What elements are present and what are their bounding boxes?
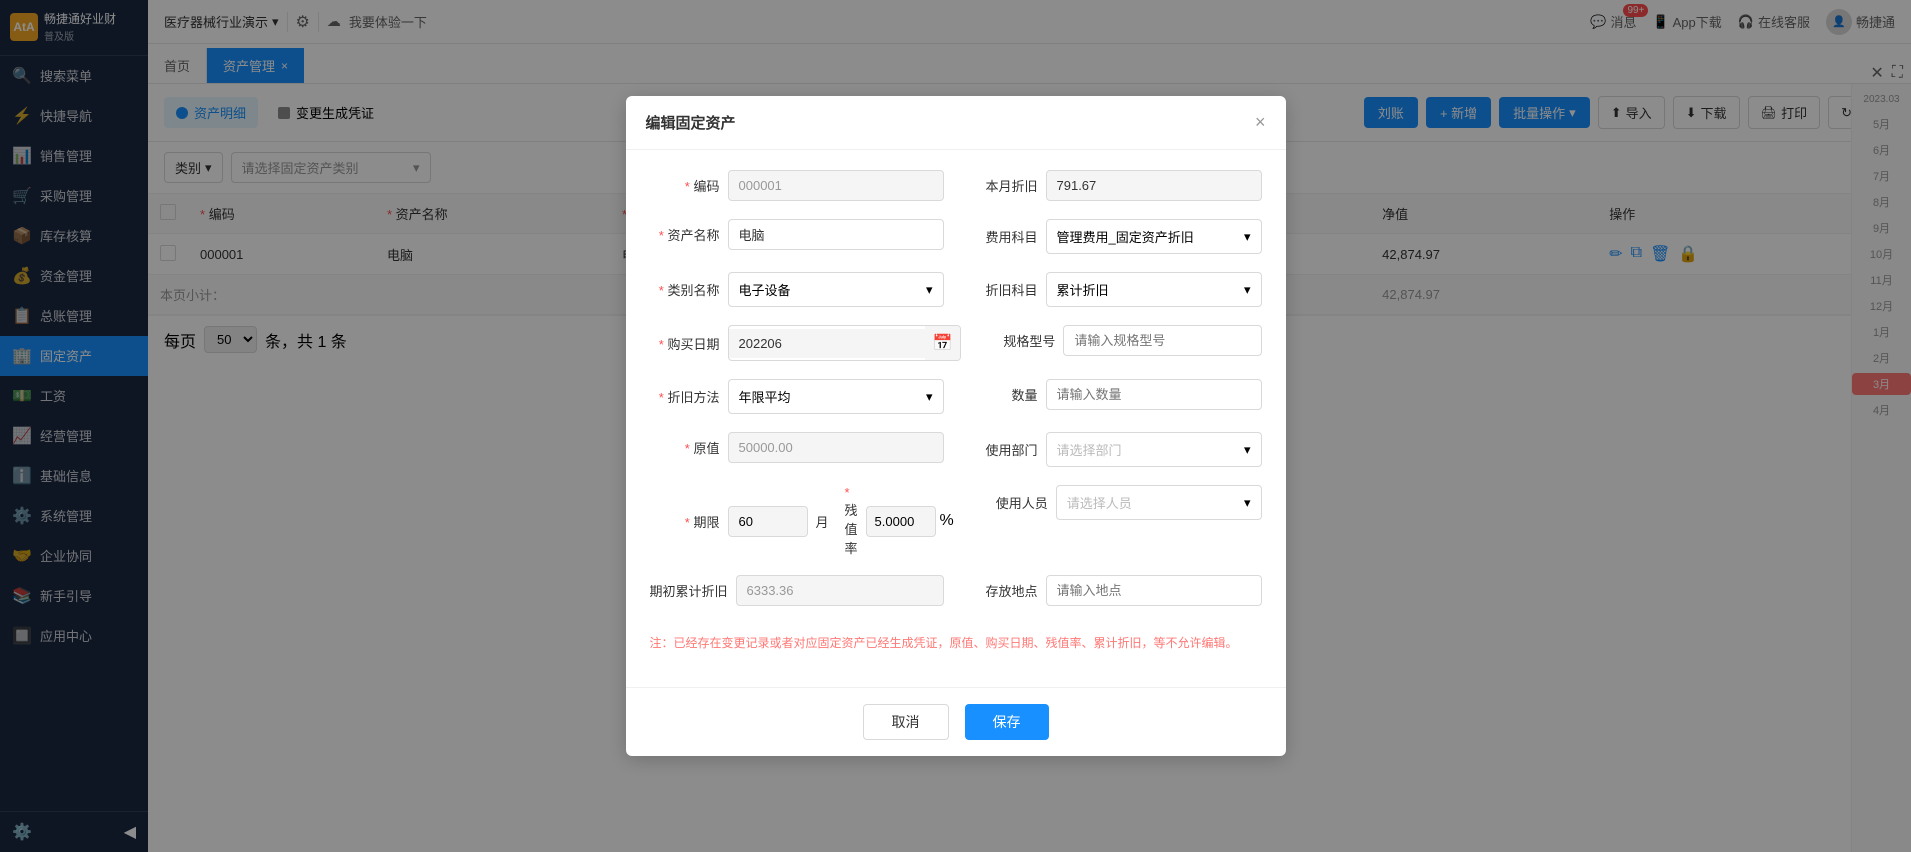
location-input[interactable] xyxy=(1046,575,1262,606)
chevron-down-icon: ▾ xyxy=(926,389,933,405)
depr-method-label: * 折旧方法 xyxy=(650,387,720,406)
this-month-depr-input xyxy=(1046,170,1262,201)
edit-asset-modal: 编辑固定资产 × * 编码 本月折旧 xyxy=(626,96,1286,756)
depr-subject-value: 累计折旧 xyxy=(1057,280,1240,299)
asset-name-label: * 资产名称 xyxy=(650,225,720,244)
save-button[interactable]: 保存 xyxy=(965,704,1049,740)
original-value-input[interactable] xyxy=(728,432,944,463)
initial-depr-input[interactable] xyxy=(736,575,944,606)
period-unit: 月 xyxy=(816,512,829,531)
expense-subject-select[interactable]: 管理费用_固定资产折旧 ▾ xyxy=(1046,219,1262,254)
user-select[interactable]: 请选择人员 ▾ xyxy=(1056,485,1262,520)
form-item-period: * 期限 月 * 残值率 % xyxy=(650,485,954,557)
form-row-4: * 购买日期 📅 规格型号 xyxy=(650,325,1262,361)
purchase-date-wrapper: 📅 xyxy=(728,325,962,361)
form-item-dept: 使用部门 请选择部门 ▾ xyxy=(968,432,1262,467)
dept-placeholder: 请选择部门 xyxy=(1057,440,1240,459)
code-input[interactable] xyxy=(728,170,944,201)
form-row-5: * 折旧方法 年限平均 ▾ 数量 xyxy=(650,379,1262,414)
modal-close-button[interactable]: × xyxy=(1255,112,1266,133)
quantity-input[interactable] xyxy=(1046,379,1262,410)
form-row-8: 期初累计折旧 存放地点 xyxy=(650,575,1262,606)
depr-subject-select[interactable]: 累计折旧 ▾ xyxy=(1046,272,1262,307)
form-row-3: * 类别名称 电子设备 ▾ 折旧科目 累计折旧 ▾ xyxy=(650,272,1262,307)
cancel-button[interactable]: 取消 xyxy=(863,704,949,740)
expense-subject-label: 费用科目 xyxy=(968,227,1038,246)
category-label: * 类别名称 xyxy=(650,280,720,299)
form-item-quantity: 数量 xyxy=(968,379,1262,410)
depr-subject-label: 折旧科目 xyxy=(968,280,1038,299)
chevron-down-icon: ▾ xyxy=(926,282,933,298)
residual-rate-unit: % xyxy=(940,512,954,530)
spec-input[interactable] xyxy=(1063,325,1261,356)
location-label: 存放地点 xyxy=(968,581,1038,600)
modal-overlay: 编辑固定资产 × * 编码 本月折旧 xyxy=(0,0,1911,852)
form-row-7: * 期限 月 * 残值率 % xyxy=(650,485,1262,557)
period-label: * 期限 xyxy=(650,512,720,531)
user-placeholder: 请选择人员 xyxy=(1067,493,1240,512)
chevron-down-icon: ▾ xyxy=(1244,229,1251,245)
expense-subject-value: 管理费用_固定资产折旧 xyxy=(1057,227,1240,246)
modal-footer: 取消 保存 xyxy=(626,687,1286,756)
dept-select[interactable]: 请选择部门 ▾ xyxy=(1046,432,1262,467)
modal-body: * 编码 本月折旧 * 资产名称 xyxy=(626,150,1286,687)
form-item-asset-name: * 资产名称 xyxy=(650,219,944,250)
asset-name-input[interactable] xyxy=(728,219,944,250)
category-select[interactable]: 电子设备 ▾ xyxy=(728,272,944,307)
quantity-label: 数量 xyxy=(968,385,1038,404)
form-row-1: * 编码 本月折旧 xyxy=(650,170,1262,201)
this-month-depr-label: 本月折旧 xyxy=(968,176,1038,195)
depr-method-select[interactable]: 年限平均 ▾ xyxy=(728,379,944,414)
form-item-code: * 编码 xyxy=(650,170,944,201)
modal-header: 编辑固定资产 × xyxy=(626,96,1286,150)
initial-depr-label: 期初累计折旧 xyxy=(650,581,728,600)
form-item-user: 使用人员 请选择人员 ▾ xyxy=(978,485,1262,520)
residual-rate-input[interactable] xyxy=(866,506,936,537)
note-text: 注：已经存在变更记录或者对应固定资产已经生成凭证，原值、购买日期、残值率、累计折… xyxy=(650,624,1262,667)
chevron-down-icon: ▾ xyxy=(1244,282,1251,298)
form-item-depr-method: * 折旧方法 年限平均 ▾ xyxy=(650,379,944,414)
user-label: 使用人员 xyxy=(978,493,1048,512)
category-value: 电子设备 xyxy=(739,280,922,299)
original-value-label: * 原值 xyxy=(650,438,720,457)
period-input[interactable] xyxy=(728,506,808,537)
calendar-icon[interactable]: 📅 xyxy=(925,326,961,360)
code-label: * 编码 xyxy=(650,176,720,195)
chevron-down-icon: ▾ xyxy=(1244,495,1251,511)
form-row-2: * 资产名称 费用科目 管理费用_固定资产折旧 ▾ xyxy=(650,219,1262,254)
form-item-depr-subject: 折旧科目 累计折旧 ▾ xyxy=(968,272,1262,307)
depr-method-value: 年限平均 xyxy=(739,387,922,406)
form-item-initial-depr: 期初累计折旧 xyxy=(650,575,944,606)
spec-label: 规格型号 xyxy=(985,331,1055,350)
period-group: 月 * 残值率 % xyxy=(728,485,954,557)
form-item-expense-subject: 费用科目 管理费用_固定资产折旧 ▾ xyxy=(968,219,1262,254)
form-item-location: 存放地点 xyxy=(968,575,1262,606)
form-item-this-month-depr: 本月折旧 xyxy=(968,170,1262,201)
chevron-down-icon: ▾ xyxy=(1244,442,1251,458)
form-item-category: * 类别名称 电子设备 ▾ xyxy=(650,272,944,307)
dept-label: 使用部门 xyxy=(968,440,1038,459)
form-item-spec: 规格型号 xyxy=(985,325,1261,356)
form-row-6: * 原值 使用部门 请选择部门 ▾ xyxy=(650,432,1262,467)
purchase-date-input[interactable] xyxy=(729,329,925,358)
purchase-date-label: * 购买日期 xyxy=(650,334,720,353)
form-item-purchase-date: * 购买日期 📅 xyxy=(650,325,962,361)
residual-rate-group: % xyxy=(866,506,954,537)
residual-rate-label: * 残值率 xyxy=(845,485,858,557)
modal-title: 编辑固定资产 xyxy=(646,112,736,133)
form-item-original-value: * 原值 xyxy=(650,432,944,463)
